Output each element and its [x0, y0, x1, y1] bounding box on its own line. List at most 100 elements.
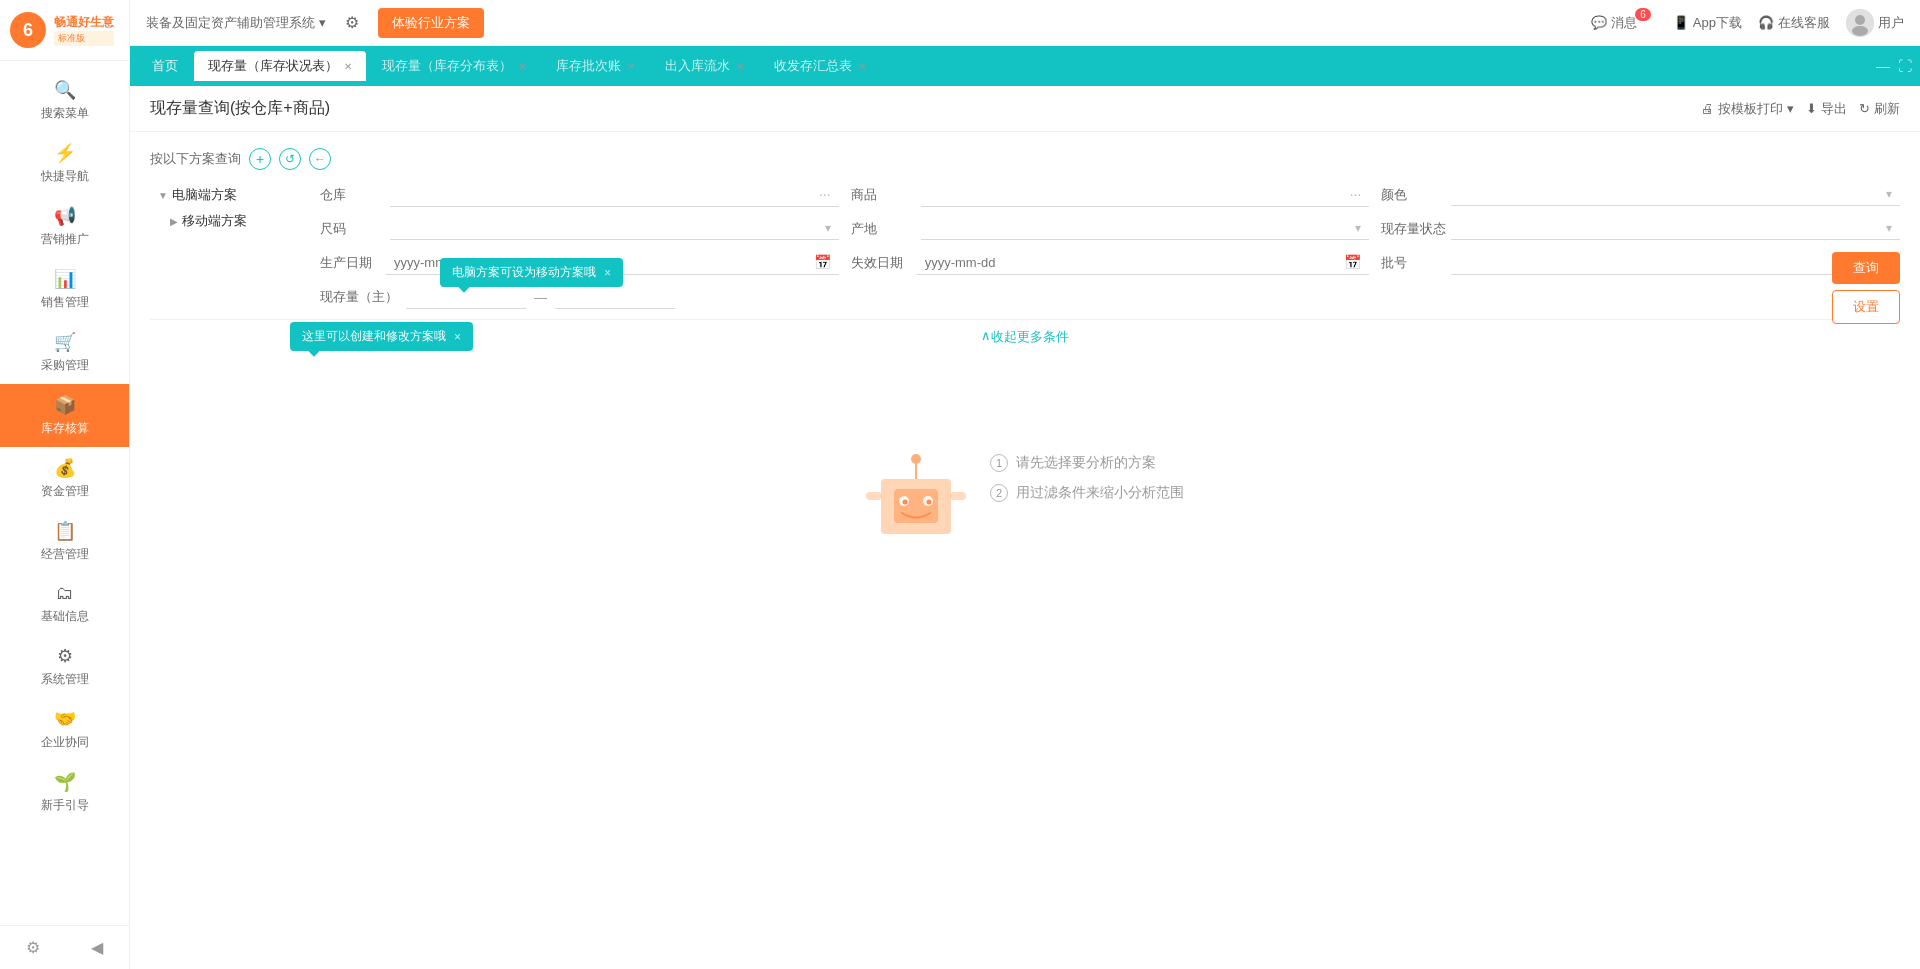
color-label: 颜色	[1381, 186, 1451, 204]
expire-date-field: 失效日期 📅	[851, 250, 1370, 275]
arrow-down-icon: ▼	[158, 190, 168, 201]
empty-tip-1: 1 请先选择要分析的方案	[990, 454, 1184, 472]
size-arrow-icon: ▾	[825, 221, 831, 235]
scheme-tree: ▼ 电脑端方案 ▶ 移动端方案	[150, 182, 310, 234]
tab-close-batch-ledger[interactable]: ✕	[627, 61, 635, 72]
tab-bar-right: — ⛶	[1876, 58, 1912, 74]
size-select[interactable]: ▾	[390, 217, 839, 240]
marketing-icon: 📢	[54, 205, 76, 227]
tab-minimize-btn[interactable]: —	[1876, 58, 1890, 74]
collapse-sidebar-btn[interactable]: ◀	[91, 938, 103, 957]
query-button[interactable]: 查询	[1832, 252, 1900, 284]
warehouse-select[interactable]: ···	[390, 182, 839, 207]
filter-refresh-btn[interactable]: ↺	[279, 148, 301, 170]
sidebar-item-guide[interactable]: 🌱 新手引导	[0, 761, 129, 824]
expire-date-calendar-icon[interactable]: 📅	[1344, 254, 1361, 270]
svg-rect-12	[866, 492, 882, 500]
print-btn[interactable]: 🖨 按模板打印 ▾	[1701, 100, 1794, 118]
sidebar-item-search[interactable]: 🔍 搜索菜单	[0, 69, 129, 132]
tab-inventory-dist[interactable]: 现存量（库存分布表） ✕	[368, 51, 540, 81]
svg-rect-13	[950, 492, 966, 500]
filter-row-2: 尺码 ▾ 产地 ▾	[320, 217, 1900, 240]
sidebar-item-inventory[interactable]: 📦 库存核算	[0, 384, 129, 447]
goods-select[interactable]: ···	[921, 182, 1370, 207]
messages-btn[interactable]: 💬 消息 6	[1591, 14, 1657, 32]
stock-status-label: 现存量状态	[1381, 220, 1451, 238]
tab-in-out-flow[interactable]: 出入库流水 ✕	[651, 51, 758, 81]
expire-date-input[interactable]	[925, 255, 1345, 270]
sidebar-item-operations[interactable]: 📋 经营管理	[0, 510, 129, 573]
refresh-btn[interactable]: ↻ 刷新	[1859, 100, 1900, 118]
online-support-btn[interactable]: 🎧 在线客服	[1758, 14, 1830, 32]
sidebar-item-corp[interactable]: 🤝 企业协同	[0, 698, 129, 761]
main-area: 装备及固定资产辅助管理系统 ▾ ⚙ 体验行业方案 💬 消息 6 📱 App下载 …	[130, 0, 1920, 969]
sidebar-item-base-info[interactable]: 🗂 基础信息	[0, 573, 129, 635]
export-icon: ⬇	[1806, 101, 1817, 116]
empty-tip-2: 2 用过滤条件来缩小分析范围	[990, 484, 1184, 502]
tab-close-inventory-dist[interactable]: ✕	[518, 61, 526, 72]
settings-footer-btn[interactable]: ⚙	[26, 938, 40, 957]
scheme-mobile[interactable]: ▶ 移动端方案	[150, 208, 310, 234]
dropdown-arrow-icon: ▾	[319, 15, 326, 30]
tooltip1-close-btn[interactable]: ×	[604, 266, 611, 280]
stock-status-select[interactable]: ▾	[1451, 217, 1900, 240]
filter-header: 按以下方案查询 + ↺ ←	[150, 148, 1900, 170]
arrow-right-icon: ▶	[170, 216, 178, 227]
sidebar-nav: 🔍 搜索菜单 ⚡ 快捷导航 📢 营销推广 📊 销售管理 🛒 采购管理 📦	[0, 61, 129, 925]
tooltip2-close-btn[interactable]: ×	[454, 330, 461, 344]
stock-status-field: 现存量状态 ▾	[1381, 217, 1900, 240]
svg-point-8	[903, 500, 908, 505]
sidebar-item-marketing[interactable]: 📢 营销推广	[0, 195, 129, 258]
empty-tips: 1 请先选择要分析的方案 2 用过滤条件来缩小分析范围	[990, 454, 1184, 514]
header-right: 💬 消息 6 📱 App下载 🎧 在线客服 用户	[1591, 9, 1904, 37]
svg-point-11	[911, 454, 921, 464]
filter-back-btn[interactable]: ←	[309, 148, 331, 170]
tip-num-1: 1	[990, 454, 1008, 472]
chevron-up-icon: ∧	[981, 328, 991, 346]
system-title-dropdown[interactable]: 装备及固定资产辅助管理系统 ▾	[146, 14, 326, 32]
produce-date-calendar-icon[interactable]: 📅	[814, 254, 831, 270]
tab-maximize-btn[interactable]: ⛶	[1898, 58, 1912, 74]
page-title: 现存量查询(按仓库+商品)	[150, 98, 330, 119]
content-area: 现存量查询(按仓库+商品) 🖨 按模板打印 ▾ ⬇ 导出 ↻	[130, 86, 1920, 969]
export-btn[interactable]: ⬇ 导出	[1806, 100, 1847, 118]
trial-button[interactable]: 体验行业方案	[378, 8, 484, 38]
refresh-icon: ↻	[1859, 101, 1870, 116]
tab-batch-ledger[interactable]: 库存批次账 ✕	[542, 51, 649, 81]
app-download-btn[interactable]: 📱 App下载	[1673, 14, 1742, 32]
user-area[interactable]: 用户	[1846, 9, 1904, 37]
header-settings-btn[interactable]: ⚙	[338, 9, 366, 37]
sidebar-item-system[interactable]: ⚙ 系统管理	[0, 635, 129, 698]
tab-close-in-out-flow[interactable]: ✕	[736, 61, 744, 72]
origin-select[interactable]: ▾	[921, 217, 1370, 240]
tab-home[interactable]: 首页	[138, 51, 192, 81]
tooltip-create-scheme: 这里可以创建和修改方案哦 ×	[290, 322, 473, 351]
stock-max-input[interactable]	[555, 285, 675, 309]
filter-rows: 仓库 ··· 商品 ···	[320, 182, 1900, 309]
color-field: 颜色 ▾	[1381, 182, 1900, 207]
warehouse-label: 仓库	[320, 186, 390, 204]
produce-date-label: 生产日期	[320, 254, 380, 272]
color-arrow-icon: ▾	[1886, 187, 1892, 201]
batch-field: 批号	[1381, 250, 1900, 275]
reset-button[interactable]: 设置	[1832, 290, 1900, 324]
color-select[interactable]: ▾	[1451, 183, 1900, 206]
header-left: 装备及固定资产辅助管理系统 ▾ ⚙ 体验行业方案	[146, 8, 484, 38]
phone-icon: 📱	[1673, 15, 1689, 30]
tab-close-inventory-status[interactable]: ✕	[344, 61, 352, 72]
svg-point-2	[1852, 26, 1868, 36]
goods-label: 商品	[851, 186, 921, 204]
scheme-desktop[interactable]: ▼ 电脑端方案	[150, 182, 310, 208]
origin-arrow-icon: ▾	[1355, 221, 1361, 235]
sidebar-item-sales[interactable]: 📊 销售管理	[0, 258, 129, 321]
tab-close-recv-summary[interactable]: ✕	[858, 61, 866, 72]
print-arrow-icon: ▾	[1787, 101, 1794, 116]
sidebar-item-finance[interactable]: 💰 资金管理	[0, 447, 129, 510]
tab-recv-summary[interactable]: 收发存汇总表 ✕	[760, 51, 880, 81]
sidebar-item-purchase[interactable]: 🛒 采购管理	[0, 321, 129, 384]
filter-add-btn[interactable]: +	[249, 148, 271, 170]
logo-area: 6 畅通好生意 标准版	[0, 0, 129, 61]
origin-field: 产地 ▾	[851, 217, 1370, 240]
sidebar-item-quick-nav[interactable]: ⚡ 快捷导航	[0, 132, 129, 195]
tab-inventory-status[interactable]: 现存量（库存状况表） ✕	[194, 51, 366, 81]
